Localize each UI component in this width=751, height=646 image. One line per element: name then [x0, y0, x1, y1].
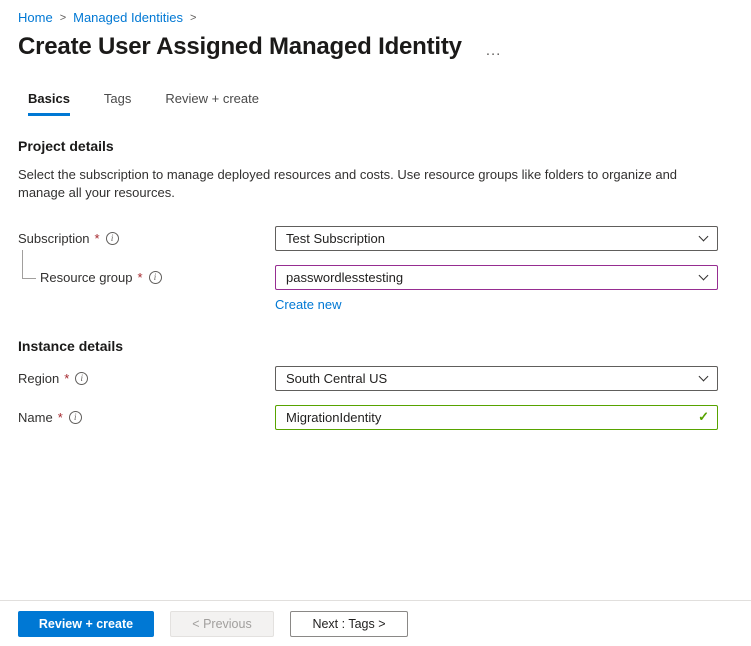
- resource-group-label: Resource group: [40, 270, 133, 285]
- review-create-button[interactable]: Review + create: [18, 611, 154, 637]
- instance-details-heading: Instance details: [18, 338, 733, 354]
- info-icon[interactable]: i: [106, 232, 119, 245]
- resource-group-dropdown[interactable]: passwordlesstesting: [275, 265, 718, 290]
- info-icon[interactable]: i: [149, 271, 162, 284]
- subscription-label: Subscription: [18, 231, 90, 246]
- name-row: Name * i ✓: [18, 405, 733, 430]
- chevron-down-icon: [699, 372, 709, 382]
- title-row: Create User Assigned Managed Identity ..…: [18, 33, 733, 61]
- project-details-heading: Project details: [18, 138, 733, 154]
- subscription-value: Test Subscription: [286, 231, 385, 246]
- tab-review-create[interactable]: Review + create: [165, 91, 259, 116]
- valid-check-icon: ✓: [698, 409, 709, 425]
- breadcrumb-managed-identities[interactable]: Managed Identities: [73, 10, 183, 25]
- region-label: Region: [18, 371, 59, 386]
- region-value: South Central US: [286, 371, 387, 386]
- breadcrumb-separator: >: [60, 12, 66, 24]
- subscription-dropdown[interactable]: Test Subscription: [275, 226, 718, 251]
- tab-basics[interactable]: Basics: [28, 91, 70, 116]
- breadcrumb-separator: >: [190, 12, 196, 24]
- required-marker: *: [58, 410, 63, 425]
- resource-group-row: Resource group * i passwordlesstesting: [18, 265, 733, 290]
- subscription-label-group: Subscription * i: [18, 231, 275, 246]
- region-row: Region * i South Central US: [18, 366, 733, 391]
- name-label: Name: [18, 410, 53, 425]
- region-label-group: Region * i: [18, 371, 275, 386]
- tree-connector-line: [22, 250, 36, 279]
- create-new-link[interactable]: Create new: [275, 297, 341, 312]
- more-options-button[interactable]: ...: [486, 37, 502, 58]
- page-title: Create User Assigned Managed Identity: [18, 33, 462, 61]
- resource-group-value: passwordlesstesting: [286, 270, 403, 285]
- required-marker: *: [95, 231, 100, 246]
- resource-group-label-group: Resource group * i: [18, 270, 275, 285]
- footer-action-bar: Review + create < Previous Next : Tags >: [0, 600, 751, 646]
- breadcrumb-home[interactable]: Home: [18, 10, 53, 25]
- required-marker: *: [64, 371, 69, 386]
- tab-tags[interactable]: Tags: [104, 91, 131, 116]
- subscription-row: Subscription * i Test Subscription: [18, 226, 733, 251]
- next-tags-button[interactable]: Next : Tags >: [290, 611, 408, 637]
- name-input[interactable]: [275, 405, 718, 430]
- required-marker: *: [138, 270, 143, 285]
- chevron-down-icon: [699, 232, 709, 242]
- previous-button[interactable]: < Previous: [170, 611, 274, 637]
- info-icon[interactable]: i: [69, 411, 82, 424]
- breadcrumb: Home > Managed Identities >: [18, 10, 733, 25]
- subscription-group: Subscription * i Test Subscription Resou…: [18, 226, 733, 316]
- chevron-down-icon: [699, 271, 709, 281]
- create-managed-identity-page: Home > Managed Identities > Create User …: [0, 0, 751, 646]
- name-label-group: Name * i: [18, 410, 275, 425]
- project-details-description: Select the subscription to manage deploy…: [18, 166, 690, 202]
- region-dropdown[interactable]: South Central US: [275, 366, 718, 391]
- info-icon[interactable]: i: [75, 372, 88, 385]
- tab-bar: Basics Tags Review + create: [18, 91, 733, 116]
